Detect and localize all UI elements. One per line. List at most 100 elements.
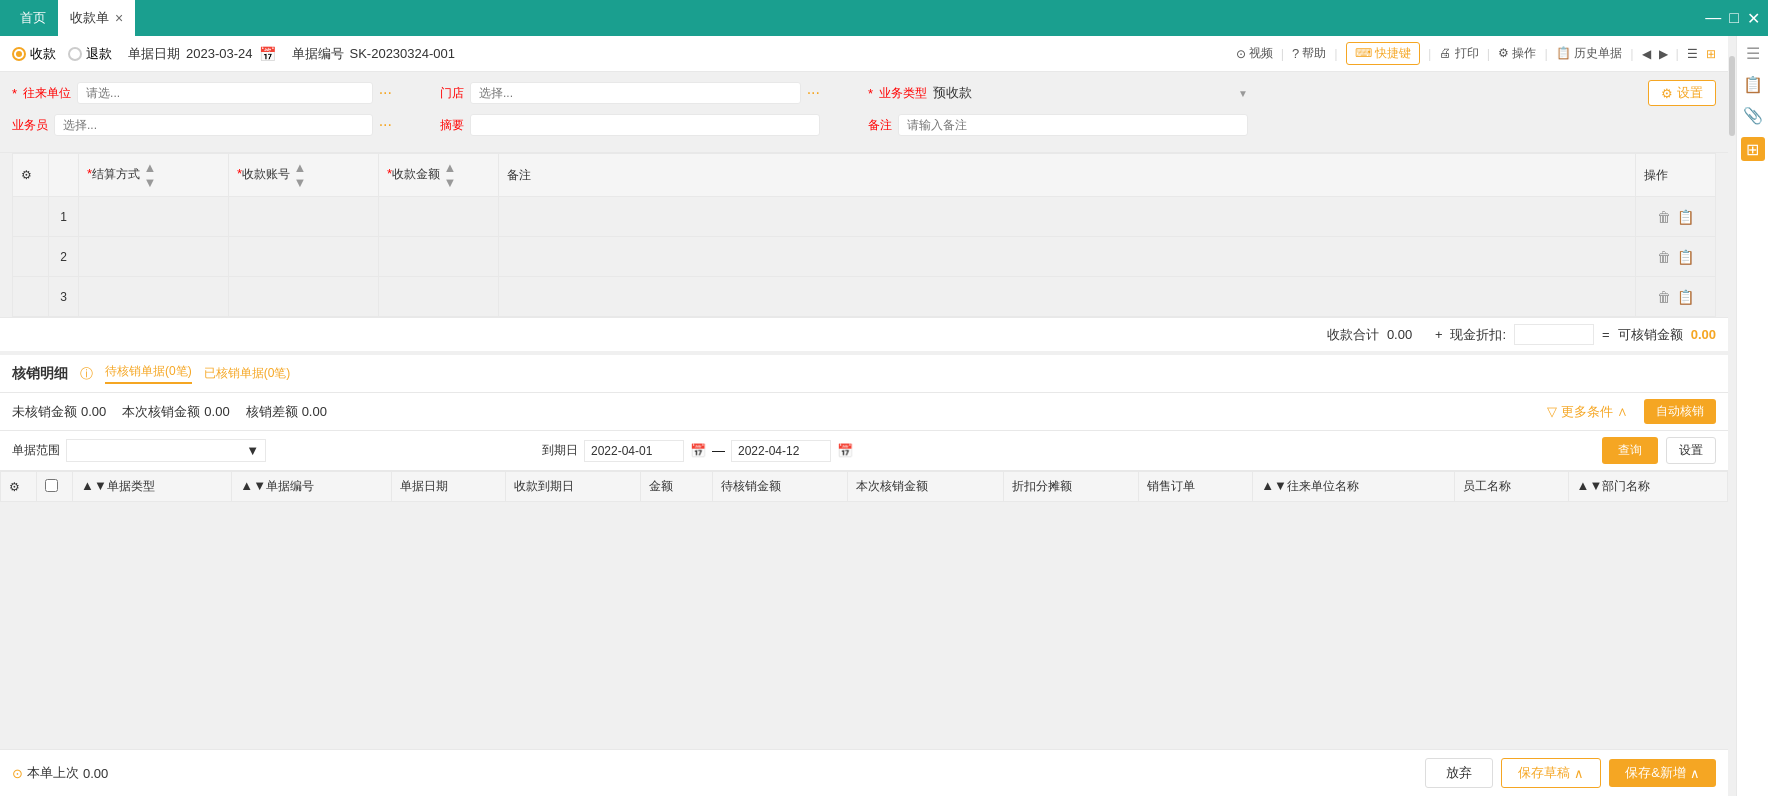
row2-amount[interactable] <box>379 237 499 277</box>
staff-input[interactable] <box>54 114 373 136</box>
calendar-from-icon[interactable]: 📅 <box>690 443 706 458</box>
nav-next-icon[interactable]: ▶ <box>1659 47 1668 61</box>
right-panel-grid-icon[interactable]: ☰ <box>1746 44 1760 63</box>
collect-total-label: 收款合计 <box>1327 326 1379 344</box>
row3-num: 3 <box>49 277 79 317</box>
row1-note[interactable] <box>499 197 1636 237</box>
more-filter-btn[interactable]: ▽ 更多条件 ∧ <box>1547 403 1628 421</box>
reconciled-tab[interactable]: 已核销单据(0笔) <box>204 365 291 382</box>
query-button[interactable]: 查询 <box>1602 437 1658 464</box>
layout-grid-icon[interactable]: ⊞ <box>1706 47 1716 61</box>
save-new-arrow-icon: ∧ <box>1690 766 1700 781</box>
receipt-radio[interactable]: 收款 <box>12 45 56 63</box>
reconcile-info-icon[interactable]: ⓘ <box>80 365 93 383</box>
print-btn[interactable]: 🖨 打印 <box>1439 45 1478 62</box>
partner-input[interactable] <box>77 82 373 104</box>
row1-account[interactable] <box>229 197 379 237</box>
settings-button[interactable]: ⚙ 设置 <box>1648 80 1716 106</box>
row3-copy-icon[interactable]: 📋 <box>1677 289 1694 305</box>
right-panel-screen-icon[interactable]: ⊞ <box>1741 137 1765 161</box>
plus-label: + <box>1435 327 1443 342</box>
staff-more-icon[interactable]: ··· <box>379 116 392 134</box>
row3-note[interactable] <box>499 277 1636 317</box>
calendar-icon[interactable]: 📅 <box>259 46 276 62</box>
number-value[interactable]: SK-20230324-001 <box>350 46 456 61</box>
refund-radio-label: 退款 <box>86 45 112 63</box>
right-panel-doc-icon[interactable]: 📋 <box>1743 75 1763 94</box>
row2-note[interactable] <box>499 237 1636 277</box>
search-row: 单据范围 ▼ 到期日 📅 — 📅 查询 设置 <box>0 431 1728 471</box>
row2-action: 🗑 📋 <box>1636 237 1716 277</box>
scroll-thumb[interactable] <box>1729 56 1735 136</box>
partner-more-icon[interactable]: ··· <box>379 84 392 102</box>
store-more-icon[interactable]: ··· <box>807 84 820 102</box>
nav-prev-icon[interactable]: ◀ <box>1642 47 1651 61</box>
auto-reconcile-btn[interactable]: 自动核销 <box>1644 399 1716 424</box>
tab-close-icon[interactable]: × <box>115 10 123 26</box>
table-settings-header[interactable]: ⚙ <box>13 154 49 197</box>
video-btn[interactable]: ⊙ 视频 <box>1236 45 1273 62</box>
receipt-radio-dot[interactable] <box>12 47 26 61</box>
date-to-input[interactable] <box>731 440 831 462</box>
row3-method[interactable] <box>79 277 229 317</box>
table-row: 3 🗑 📋 <box>13 277 1716 317</box>
shortcut-btn[interactable]: ⌨ 快捷键 <box>1346 42 1420 65</box>
current-cancel-value: 0.00 <box>204 404 229 419</box>
biz-type-dropdown-icon[interactable]: ▼ <box>1238 88 1248 99</box>
right-panel-clip-icon[interactable]: 📎 <box>1743 106 1763 125</box>
reconcile-stats-row: 未核销金额 0.00 本次核销金额 0.00 核销差额 0.00 ▽ 更多条件 … <box>0 393 1728 431</box>
row1-amount[interactable] <box>379 197 499 237</box>
row2-copy-icon[interactable]: 📋 <box>1677 249 1694 265</box>
layout-list-icon[interactable]: ☰ <box>1687 47 1698 61</box>
history-btn[interactable]: 📋 历史单据 <box>1556 45 1622 62</box>
table-account-header: *收款账号 ▲▼ <box>229 154 379 197</box>
toolbar-actions: ⊙ 视频 | ? 帮助 | ⌨ 快捷键 | 🖨 打印 | ⚙ 操作 | 📋 历史… <box>1236 42 1716 65</box>
top-nav-bar: 首页 收款单 × — □ ✕ <box>0 0 1768 36</box>
search-setting-button[interactable]: 设置 <box>1666 437 1716 464</box>
bottom-info: ⊙ 本单上次 0.00 <box>12 764 108 782</box>
help-btn[interactable]: ? 帮助 <box>1292 45 1326 62</box>
note-input[interactable] <box>898 114 1248 136</box>
receipt-tab[interactable]: 收款单 × <box>58 0 135 36</box>
save-draft-button[interactable]: 保存草稿 ∧ <box>1501 758 1601 788</box>
number-label: 单据编号 <box>292 45 344 63</box>
save-draft-label: 保存草稿 <box>1518 764 1570 782</box>
date-value[interactable]: 2023-03-24 <box>186 46 253 61</box>
row2-delete-icon[interactable]: 🗑 <box>1657 249 1671 265</box>
row2-settings <box>13 237 49 277</box>
date-from-input[interactable] <box>584 440 684 462</box>
pending-tab[interactable]: 待核销单据(0笔) <box>105 363 192 384</box>
rec-settings-col[interactable]: ⚙ <box>1 472 37 502</box>
table-num-header <box>49 154 79 197</box>
discard-button[interactable]: 放弃 <box>1425 758 1493 788</box>
row2-account[interactable] <box>229 237 379 277</box>
minimize-icon[interactable]: — <box>1705 9 1721 27</box>
scrollbar[interactable] <box>1728 36 1736 796</box>
available-value: 0.00 <box>1691 327 1716 342</box>
refund-radio[interactable]: 退款 <box>68 45 112 63</box>
summary-input[interactable] <box>470 114 820 136</box>
calendar-to-icon[interactable]: 📅 <box>837 443 853 458</box>
row3-account[interactable] <box>229 277 379 317</box>
row3-amount[interactable] <box>379 277 499 317</box>
partner-required-star: * <box>12 86 17 101</box>
reconcile-title: 核销明细 <box>12 365 68 383</box>
rec-select-all-checkbox[interactable] <box>45 479 58 492</box>
discount-input[interactable] <box>1514 324 1594 345</box>
rec-check-col <box>37 472 73 502</box>
row2-method[interactable] <box>79 237 229 277</box>
refund-radio-dot[interactable] <box>68 47 82 61</box>
due-date-label: 到期日 <box>542 442 578 459</box>
window-close-icon[interactable]: ✕ <box>1747 9 1760 28</box>
store-input[interactable] <box>470 82 801 104</box>
row3-delete-icon[interactable]: 🗑 <box>1657 289 1671 305</box>
home-tab[interactable]: 首页 <box>8 0 58 36</box>
range-select[interactable]: ▼ <box>66 439 266 462</box>
row1-delete-icon[interactable]: 🗑 <box>1657 209 1671 225</box>
settings-gear-icon: ⚙ <box>1661 86 1673 101</box>
row1-method[interactable] <box>79 197 229 237</box>
maximize-icon[interactable]: □ <box>1729 9 1739 27</box>
operation-btn[interactable]: ⚙ 操作 <box>1498 45 1536 62</box>
save-new-button[interactable]: 保存&新增 ∧ <box>1609 759 1716 787</box>
row1-copy-icon[interactable]: 📋 <box>1677 209 1694 225</box>
